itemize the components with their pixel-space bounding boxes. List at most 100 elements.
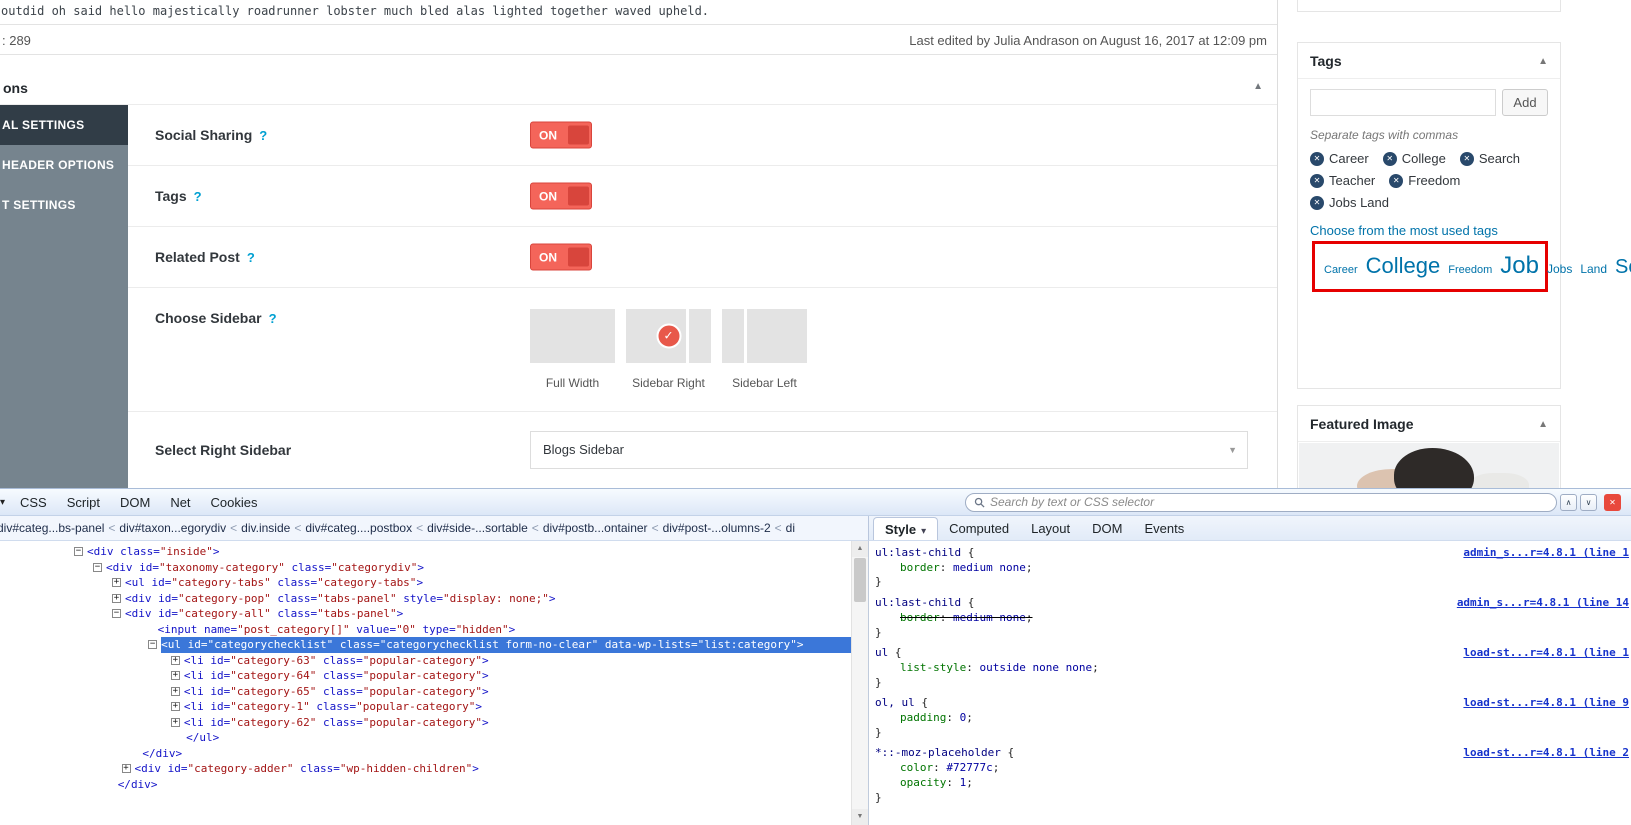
firebug-tab-net[interactable]: Net	[160, 491, 200, 514]
css-selector[interactable]: ul:last-child	[875, 546, 961, 559]
breadcrumb-item[interactable]: di	[784, 521, 797, 535]
firebug-tab-script[interactable]: Script	[57, 491, 110, 514]
tree-node[interactable]: </ul>	[0, 730, 851, 746]
tree-node[interactable]: + <li id="category-64" class="popular-cat…	[0, 668, 851, 684]
help-icon[interactable]: ?	[194, 189, 202, 204]
expand-icon[interactable]: +	[170, 717, 180, 727]
css-source-link[interactable]: admin_s...r=4.8.1 (line 14	[1457, 596, 1629, 611]
tree-node[interactable]: + <li id="category-1" class="popular-cate…	[0, 699, 851, 715]
breadcrumb-item[interactable]: div#taxon...egorydiv	[117, 521, 228, 535]
tree-node[interactable]: + <li id="category-65" class="popular-cat…	[0, 684, 851, 700]
help-icon[interactable]: ?	[259, 128, 267, 143]
tree-node[interactable]: </div>	[0, 777, 851, 793]
collapse-icon[interactable]	[1538, 407, 1548, 443]
remove-tag-icon[interactable]	[1389, 173, 1404, 188]
breadcrumb-item[interactable]: div#side-...sortable	[425, 521, 530, 535]
tag-cloud-item[interactable]: College	[1366, 253, 1441, 278]
tag-cloud-item[interactable]: Career	[1324, 264, 1358, 276]
expand-icon[interactable]: +	[112, 593, 121, 603]
tags-toggle[interactable]: ON	[530, 182, 592, 210]
tree-node[interactable]: + <div id="category-pop" class="tabs-pane…	[0, 591, 851, 607]
expand-icon[interactable]: +	[170, 655, 180, 665]
search-input[interactable]	[990, 495, 1548, 509]
css-source-link[interactable]: load-st...r=4.8.1 (line 9	[1463, 696, 1629, 711]
firebug-tab-dom[interactable]: DOM	[110, 491, 160, 514]
collapse-icon[interactable]: −	[93, 562, 102, 572]
panel-tab-events[interactable]: Events	[1133, 517, 1195, 540]
find-previous-icon[interactable]	[1560, 493, 1577, 511]
tag-cloud-item[interactable]: Land	[1580, 262, 1607, 276]
expand-icon[interactable]: +	[112, 578, 121, 587]
layout-option-full-width[interactable]	[530, 309, 615, 363]
collapse-icon[interactable]	[1538, 44, 1548, 80]
tag-cloud-item[interactable]: Jobs	[1547, 262, 1572, 276]
layout-option-sidebar-left[interactable]	[722, 309, 807, 363]
collapse-icon[interactable]	[1253, 81, 1263, 92]
find-next-icon[interactable]	[1580, 493, 1597, 511]
tree-node[interactable]: − <div id="category-all" class="tabs-pane…	[0, 606, 851, 622]
tree-node[interactable]: + <li id="category-62" class="popular-cat…	[0, 715, 851, 731]
breadcrumb-item[interactable]: div#categ...bs-panel	[0, 521, 106, 535]
remove-tag-icon[interactable]	[1459, 151, 1474, 166]
breadcrumb-item[interactable]: div#categ....postbox	[303, 521, 414, 535]
tag-cloud-item[interactable]: Search	[1615, 256, 1631, 278]
css-property[interactable]: border: medium none;	[875, 561, 1631, 576]
new-tag-input[interactable]	[1310, 89, 1496, 116]
expand-icon[interactable]: +	[121, 764, 131, 773]
tags-metabox-header[interactable]: Tags	[1298, 43, 1560, 79]
tree-node[interactable]: </div>	[0, 746, 851, 762]
help-icon[interactable]: ?	[247, 250, 255, 265]
firebug-tab-css[interactable]: CSS	[10, 491, 57, 514]
remove-tag-icon[interactable]	[1310, 173, 1324, 188]
tree-node[interactable]: − <div class="inside">	[0, 544, 851, 560]
related-post-toggle[interactable]: ON	[530, 243, 592, 271]
collapse-icon[interactable]: −	[112, 609, 121, 618]
breadcrumb-item[interactable]: div#postb...ontainer	[541, 521, 650, 535]
breadcrumb-item[interactable]: div#post-...olumns-2	[661, 521, 773, 535]
css-selector[interactable]: ul:last-child	[875, 596, 961, 609]
css-selector[interactable]: ul	[875, 646, 888, 659]
collapse-icon[interactable]: −	[148, 640, 158, 649]
featured-image-header[interactable]: Featured Image	[1298, 406, 1560, 442]
css-property[interactable]: opacity: 1;	[875, 776, 1631, 791]
featured-image[interactable]	[1299, 443, 1559, 489]
css-property[interactable]: color: #72777c;	[875, 761, 1631, 776]
sidebar-item-general-settings[interactable]: AL SETTINGS	[0, 105, 128, 145]
expand-icon[interactable]: +	[170, 686, 180, 696]
css-source-link[interactable]: load-st...r=4.8.1 (line 1	[1463, 646, 1629, 661]
expand-icon[interactable]: +	[170, 702, 180, 711]
social-sharing-toggle[interactable]: ON	[530, 121, 592, 149]
sidebar-item-post-settings[interactable]: T SETTINGS	[0, 185, 128, 225]
css-selector[interactable]: ol, ul	[875, 696, 915, 709]
panel-tab-dom[interactable]: DOM	[1081, 517, 1133, 540]
tree-node[interactable]: − <div id="taxonomy-category" class="cate…	[0, 560, 851, 576]
scroll-up-icon[interactable]	[852, 541, 868, 557]
css-property[interactable]: border: medium none;	[875, 611, 1631, 626]
css-source-link[interactable]: admin_s...r=4.8.1 (line 1	[1463, 546, 1629, 561]
breadcrumb-item[interactable]: div.inside	[239, 521, 292, 535]
css-property[interactable]: padding: 0;	[875, 711, 1631, 726]
layout-option-sidebar-right[interactable]	[626, 309, 711, 363]
remove-tag-icon[interactable]	[1310, 151, 1324, 166]
close-icon[interactable]	[1604, 493, 1621, 511]
css-property[interactable]: list-style: outside none none;	[875, 661, 1631, 676]
help-icon[interactable]: ?	[269, 311, 277, 326]
remove-tag-icon[interactable]	[1310, 195, 1324, 210]
tag-cloud-item[interactable]: Job	[1500, 252, 1539, 279]
html-tab-partial[interactable]	[0, 497, 10, 508]
scrollbar-thumb[interactable]	[854, 558, 866, 602]
expand-icon[interactable]: +	[170, 671, 180, 680]
css-source-link[interactable]: load-st...r=4.8.1 (line 2	[1463, 746, 1629, 761]
collapse-icon[interactable]: −	[74, 547, 83, 556]
add-tag-button[interactable]: Add	[1502, 89, 1548, 116]
right-sidebar-select[interactable]: Blogs Sidebar	[530, 431, 1248, 469]
panel-tab-computed[interactable]: Computed	[938, 517, 1020, 540]
tree-node[interactable]: + <ul id="category-tabs" class="category-…	[0, 575, 851, 591]
sidebar-item-header-options[interactable]: HEADER OPTIONS	[0, 145, 128, 185]
firebug-tab-cookies[interactable]: Cookies	[201, 491, 268, 514]
most-used-tags-link[interactable]: Choose from the most used tags	[1310, 223, 1548, 238]
remove-tag-icon[interactable]	[1382, 151, 1397, 166]
panel-tab-layout[interactable]: Layout	[1020, 517, 1081, 540]
css-selector[interactable]: *::-moz-placeholder	[875, 746, 1001, 759]
tree-node[interactable]: + <div id="category-adder" class="wp-hidd…	[0, 761, 851, 777]
